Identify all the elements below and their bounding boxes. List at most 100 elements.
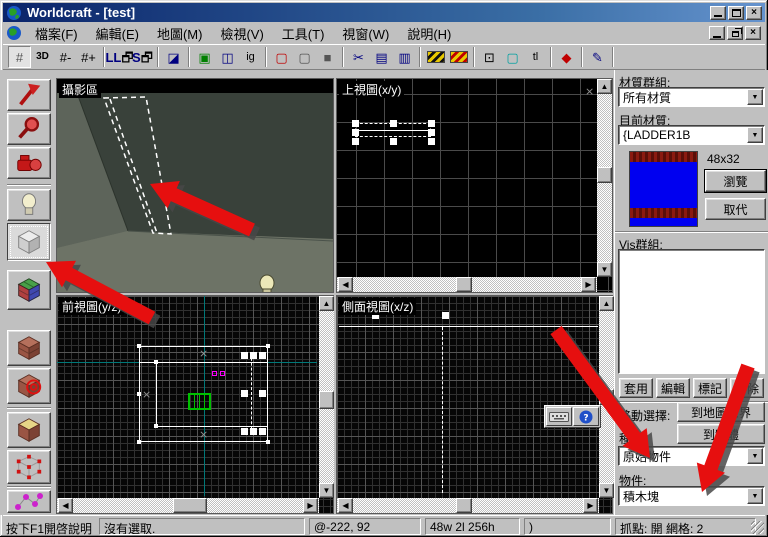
- vertex-dot[interactable]: [154, 360, 158, 364]
- menu-file[interactable]: 檔案(F): [26, 21, 87, 46]
- keyboard-help-button[interactable]: [546, 407, 572, 426]
- cascade-large-button[interactable]: L L 🗗: [105, 46, 133, 68]
- scroll-left-button[interactable]: ◀: [58, 498, 73, 513]
- copy-button[interactable]: ▤: [370, 46, 393, 68]
- viewport-3d[interactable]: 攝影區: [56, 78, 334, 294]
- vertex-dot[interactable]: [266, 440, 270, 444]
- scroll-right-button[interactable]: ▶: [583, 498, 598, 513]
- selection-handle[interactable]: [442, 312, 449, 319]
- vscroll-thumb[interactable]: [599, 389, 614, 405]
- hide-selected-button[interactable]: [424, 46, 447, 68]
- ungroup-button[interactable]: ◫: [216, 46, 239, 68]
- clipping-tool-button[interactable]: [7, 412, 51, 448]
- carve-button[interactable]: ◪: [162, 46, 185, 68]
- title-bar[interactable]: Worldcraft - [test] ×: [3, 3, 765, 22]
- split-face-button[interactable]: ◆: [555, 46, 578, 68]
- path-tool-button[interactable]: [7, 490, 51, 513]
- entity-tool-button[interactable]: [7, 189, 51, 221]
- close-button[interactable]: ×: [746, 5, 762, 20]
- group-button[interactable]: ▣: [193, 46, 216, 68]
- texture-lock-button[interactable]: tl: [524, 46, 547, 68]
- to-entity-button[interactable]: 到實體: [677, 424, 765, 444]
- visgroup-edit-button[interactable]: 編輯: [656, 378, 690, 398]
- block-tool-button[interactable]: [7, 223, 51, 261]
- paste-button[interactable]: ▥: [393, 46, 416, 68]
- cordon-button[interactable]: ▢: [501, 46, 524, 68]
- selection-bounds-button[interactable]: ⊡: [478, 46, 501, 68]
- scroll-up-button[interactable]: ▲: [319, 296, 334, 311]
- magnify-tool-button[interactable]: [7, 113, 51, 145]
- scroll-up-button[interactable]: ▲: [597, 79, 612, 94]
- chevron-down-icon[interactable]: ▼: [747, 89, 763, 105]
- viewport-front[interactable]: 前視圖(y/z) ⨯ ⨯ ⨯ ▲ ▼ ◀ ▶: [56, 295, 334, 514]
- side-view-hscrollbar[interactable]: ◀ ▶: [337, 498, 599, 513]
- apply-texture-tool-button[interactable]: [7, 270, 51, 310]
- selection-handle[interactable]: [241, 428, 248, 435]
- vscroll-thumb[interactable]: [597, 167, 612, 183]
- viewport-side[interactable]: 側面視圖(x/z) ? ▲ ▼ ◀ ▶: [336, 295, 614, 514]
- visgroup-mark-button[interactable]: 標記: [693, 378, 727, 398]
- select-solids-mode-button[interactable]: ■: [316, 46, 339, 68]
- scroll-down-button[interactable]: ▼: [597, 262, 612, 277]
- replace-button[interactable]: 取代: [705, 198, 766, 220]
- grid-3d-button[interactable]: 3D: [31, 46, 54, 68]
- mdi-restore-button[interactable]: [727, 26, 743, 40]
- scroll-down-button[interactable]: ▼: [319, 483, 334, 498]
- selection-handle[interactable]: [259, 428, 266, 435]
- scroll-right-button[interactable]: ▶: [303, 498, 318, 513]
- camera-tool-button[interactable]: [7, 147, 51, 179]
- selection-handle[interactable]: [241, 390, 248, 397]
- hscroll-thumb[interactable]: [173, 498, 207, 513]
- browse-button[interactable]: 瀏覽: [704, 169, 767, 193]
- apply-decals-tool-button[interactable]: [7, 368, 51, 404]
- front-view-hscrollbar[interactable]: ◀ ▶: [57, 498, 319, 513]
- chevron-down-icon[interactable]: ▼: [747, 127, 763, 143]
- vertex-dot[interactable]: [266, 344, 270, 348]
- selection-handle[interactable]: [390, 120, 397, 127]
- grid-larger-button[interactable]: #+: [77, 46, 100, 68]
- menu-tools[interactable]: 工具(T): [273, 21, 334, 46]
- chevron-down-icon[interactable]: ▼: [747, 448, 763, 464]
- cut-button[interactable]: ✂: [347, 46, 370, 68]
- vscroll-thumb[interactable]: [319, 391, 334, 409]
- grid-toggle-button[interactable]: #: [8, 46, 31, 68]
- selection-handle[interactable]: [428, 120, 435, 127]
- selection-handle[interactable]: [352, 120, 359, 127]
- scroll-up-button[interactable]: ▲: [599, 296, 614, 311]
- selection-handle[interactable]: [428, 138, 435, 145]
- visgroup-purge-button[interactable]: 排除: [730, 378, 764, 398]
- context-help-button[interactable]: ?: [573, 407, 599, 426]
- resize-grip[interactable]: [751, 521, 764, 534]
- minimize-button[interactable]: [710, 5, 726, 20]
- mdi-minimize-button[interactable]: [709, 26, 725, 40]
- vertex-dot[interactable]: [137, 440, 141, 444]
- selection-handle[interactable]: [259, 352, 266, 359]
- vertex-dot[interactable]: [137, 344, 141, 348]
- maximize-button[interactable]: [728, 5, 744, 20]
- grid-smaller-button[interactable]: #-: [54, 46, 77, 68]
- visgroups-listbox[interactable]: [618, 249, 765, 374]
- selection-handle[interactable]: [250, 352, 257, 359]
- top-view-hscrollbar[interactable]: ◀ ▶: [337, 277, 597, 292]
- selection-handle[interactable]: [259, 390, 266, 397]
- object-combo[interactable]: 積木塊 ▼: [618, 486, 765, 506]
- select-groups-mode-button[interactable]: ▢: [270, 46, 293, 68]
- selection-handle[interactable]: [352, 129, 359, 136]
- texture-group-combo[interactable]: 所有材質 ▼: [618, 87, 765, 107]
- scroll-down-button[interactable]: ▼: [599, 483, 614, 498]
- top-view-vscrollbar[interactable]: ▲ ▼: [597, 79, 612, 277]
- to-world-button[interactable]: 到地圖世界: [677, 402, 765, 422]
- menu-window[interactable]: 視窗(W): [333, 21, 398, 46]
- select-objects-mode-button[interactable]: ▢: [293, 46, 316, 68]
- current-texture-combo[interactable]: {LADDER1B ▼: [618, 125, 765, 145]
- ignore-groups-button[interactable]: ig: [239, 46, 262, 68]
- menu-help[interactable]: 說明(H): [398, 21, 460, 46]
- run-map-button[interactable]: ✎: [586, 46, 609, 68]
- selection-handle[interactable]: [250, 428, 257, 435]
- hide-unselected-button[interactable]: [447, 46, 470, 68]
- visgroup-apply-button[interactable]: 套用: [619, 378, 653, 398]
- menu-view[interactable]: 檢視(V): [211, 21, 272, 46]
- vertex-dot[interactable]: [137, 392, 141, 396]
- apply-current-texture-tool-button[interactable]: [7, 330, 51, 366]
- viewport-top[interactable]: 上視圖(x/y) ⨯ ▲ ▼ ◀ ▶: [336, 78, 613, 293]
